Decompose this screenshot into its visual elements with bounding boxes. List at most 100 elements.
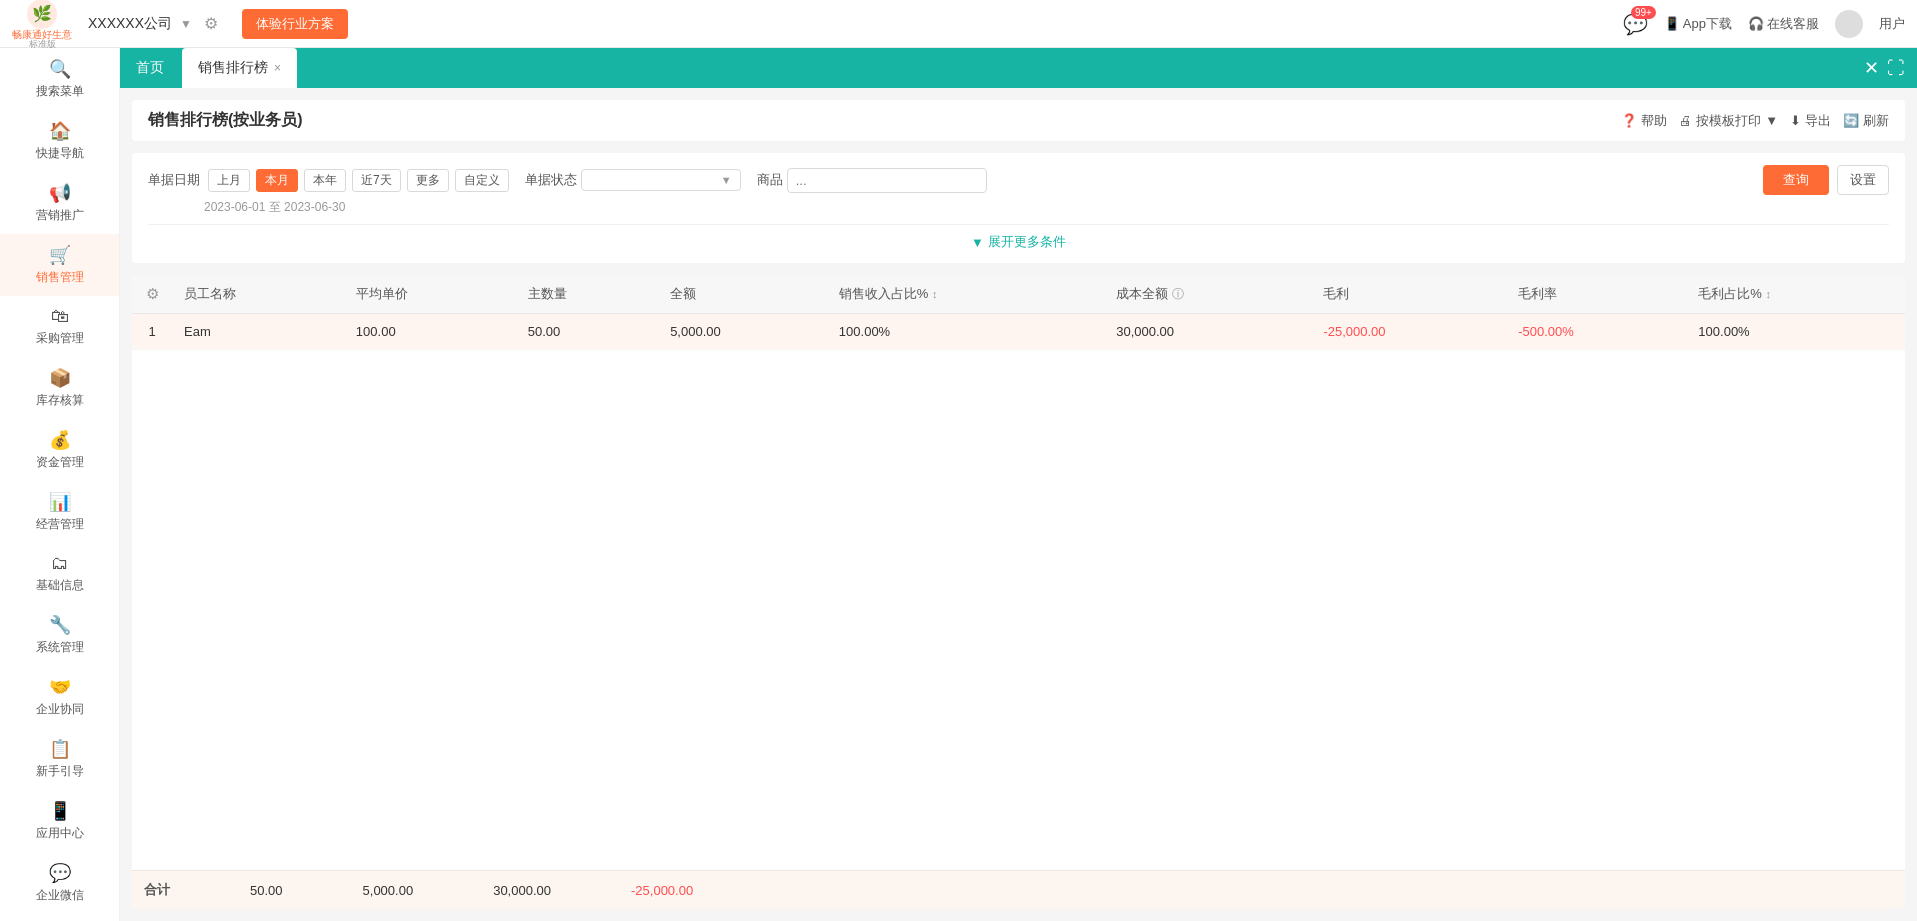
query-button[interactable]: 查询 — [1763, 165, 1829, 195]
footer-main-qty-value: 50.00 — [250, 883, 283, 898]
date-filter: 单据日期 上月 本月 本年 近7天 更多 自定义 — [148, 169, 509, 192]
td-amount: 5,000.00 — [658, 314, 827, 350]
th-settings: ⚙ — [132, 275, 172, 314]
footer-amount-value: 5,000.00 — [363, 883, 414, 898]
close-window-icon[interactable]: ✕ — [1864, 57, 1879, 79]
date-btn-current-year[interactable]: 本年 — [304, 169, 346, 192]
td-rank: 1 — [132, 314, 172, 350]
goods-input[interactable] — [787, 168, 987, 193]
date-btn-last-month[interactable]: 上月 — [208, 169, 250, 192]
profit-sort-icon[interactable]: ↕ — [1766, 288, 1772, 300]
th-profit: 毛利 — [1311, 275, 1506, 314]
date-btn-7-days[interactable]: 近7天 — [352, 169, 401, 192]
print-button[interactable]: 🖨 按模板打印 ▼ — [1679, 112, 1778, 130]
wechat-icon: 💬 — [49, 862, 71, 884]
page-content: 销售排行榜(按业务员) ❓ 帮助 🖨 按模板打印 ▼ ⬇ — [120, 88, 1917, 921]
online-service-button[interactable]: 🎧 在线客服 — [1748, 15, 1819, 33]
sidebar-item-sales[interactable]: 🛒 销售管理 — [0, 234, 119, 296]
headset-icon: 🎧 — [1748, 16, 1764, 31]
setting-button[interactable]: 设置 — [1837, 165, 1889, 195]
sidebar-item-system[interactable]: 🔧 系统管理 — [0, 604, 119, 666]
th-main-qty: 主数量 — [516, 275, 658, 314]
th-avg-price: 平均单价 — [344, 275, 516, 314]
logo-area: 🌿 畅康通好生意 标准版 — [12, 0, 72, 49]
table-container[interactable]: ⚙ 员工名称 平均单价 主数量 全额 销售收入占比% ↕ — [132, 275, 1905, 870]
export-button[interactable]: ⬇ 导出 — [1790, 112, 1831, 130]
sidebar-item-quick-nav[interactable]: 🏠 快捷导航 — [0, 110, 119, 172]
expand-btn-area: ▼ 展开更多条件 — [148, 233, 1889, 251]
basic-icon: 🗂 — [51, 553, 69, 574]
column-settings-icon[interactable]: ⚙ — [146, 285, 159, 302]
print-icon: 🖨 — [1679, 113, 1692, 128]
company-dropdown-icon[interactable]: ▼ — [180, 17, 192, 31]
tab-sales-ranking[interactable]: 销售排行榜 × — [182, 48, 297, 88]
company-name[interactable]: XXXXXX公司 — [88, 15, 172, 33]
try-industry-button[interactable]: 体验行业方案 — [242, 9, 348, 39]
footer-profit-value: -25,000.00 — [631, 883, 693, 898]
sidebar-item-marketing[interactable]: 📢 营销推广 — [0, 172, 119, 234]
table-row: 1 Eam 100.00 50.00 5,000.00 100.00% 30,0… — [132, 314, 1905, 350]
sidebar-item-label: 应用中心 — [36, 825, 84, 842]
apps-icon: 📱 — [49, 800, 71, 822]
sidebar-item-basic[interactable]: 🗂 基础信息 — [0, 543, 119, 604]
table-footer: 合计 50.00 5,000.00 30,000.00 -25,000.00 — [132, 870, 1905, 909]
table-area: ⚙ 员工名称 平均单价 主数量 全额 销售收入占比% ↕ — [132, 275, 1905, 909]
page-header: 销售排行榜(按业务员) ❓ 帮助 🖨 按模板打印 ▼ ⬇ — [132, 100, 1905, 141]
sidebar-item-finance[interactable]: 💰 资金管理 — [0, 419, 119, 481]
message-icon[interactable]: 💬 99+ — [1623, 12, 1648, 36]
sidebar-item-label: 快捷导航 — [36, 145, 84, 162]
date-btn-more[interactable]: 更多 — [407, 169, 449, 192]
date-shortcuts: 上月 本月 本年 近7天 更多 自定义 — [208, 169, 509, 192]
sidebar-item-guide[interactable]: 📋 新手引导 — [0, 728, 119, 790]
tab-home[interactable]: 首页 — [120, 48, 180, 88]
sales-icon: 🛒 — [49, 244, 71, 266]
home-icon: 🏠 — [49, 120, 71, 142]
td-main-qty: 50.00 — [516, 314, 658, 350]
expand-more-button[interactable]: ▼ 展开更多条件 — [148, 233, 1889, 251]
sidebar-item-search[interactable]: 🔍 搜索菜单 — [0, 48, 119, 110]
app-download-button[interactable]: 📱 App下载 — [1664, 15, 1732, 33]
sidebar-item-member[interactable]: 👑 畅会员 — [0, 914, 119, 921]
help-icon: ❓ — [1621, 113, 1637, 128]
table-body: 1 Eam 100.00 50.00 5,000.00 100.00% 30,0… — [132, 314, 1905, 350]
tab-close-icon[interactable]: × — [274, 61, 281, 75]
sidebar-item-label: 资金管理 — [36, 454, 84, 471]
sidebar-item-operations[interactable]: 📊 经营管理 — [0, 481, 119, 543]
th-employee-name: 员工名称 — [172, 275, 344, 314]
footer-main-qty: 50.00 — [250, 883, 283, 898]
goods-label: 商品 — [757, 171, 783, 189]
date-btn-current-month[interactable]: 本月 — [256, 169, 298, 192]
goods-filter: 商品 — [757, 168, 987, 193]
filter-right-actions: 查询 设置 — [1763, 165, 1889, 195]
settings-icon[interactable]: ⚙ — [204, 14, 218, 33]
user-name[interactable]: 用户 — [1879, 15, 1905, 33]
page-header-actions: ❓ 帮助 🖨 按模板打印 ▼ ⬇ 导出 🔄 — [1621, 112, 1889, 130]
export-icon: ⬇ — [1790, 113, 1801, 128]
sidebar-item-inventory[interactable]: 📦 库存核算 — [0, 357, 119, 419]
td-profit-rate: -500.00% — [1506, 314, 1686, 350]
sidebar-item-label: 搜索菜单 — [36, 83, 84, 100]
purchase-icon: 🛍 — [51, 306, 69, 327]
sidebar-item-wechat[interactable]: 💬 企业微信 — [0, 852, 119, 914]
status-label: 单据状态 — [525, 171, 577, 189]
sidebar: 🔍 搜索菜单 🏠 快捷导航 📢 营销推广 🛒 销售管理 🛍 采购管理 📦 — [0, 48, 120, 921]
status-filter: 单据状态 ▼ — [525, 169, 741, 191]
enterprise-icon: 🤝 — [49, 676, 71, 698]
help-button[interactable]: ❓ 帮助 — [1621, 112, 1667, 130]
sidebar-item-enterprise[interactable]: 🤝 企业协同 — [0, 666, 119, 728]
avatar[interactable] — [1835, 10, 1863, 38]
sidebar-item-apps[interactable]: 📱 应用中心 — [0, 790, 119, 852]
maximize-icon[interactable]: ⛶ — [1887, 58, 1905, 79]
cost-info-icon[interactable]: ⓘ — [1172, 287, 1184, 301]
sidebar-item-purchase[interactable]: 🛍 采购管理 — [0, 296, 119, 357]
status-select[interactable]: ▼ — [581, 169, 741, 191]
tab-right-controls: ✕ ⛶ — [1864, 57, 1917, 79]
sort-icon[interactable]: ↕ — [932, 288, 938, 300]
date-btn-custom[interactable]: 自定义 — [455, 169, 509, 192]
th-profit-pct: 毛利占比% ↕ — [1686, 275, 1905, 314]
system-icon: 🔧 — [49, 614, 71, 636]
print-dropdown-icon[interactable]: ▼ — [1765, 113, 1778, 128]
topbar-right: 💬 99+ 📱 App下载 🎧 在线客服 用户 — [1623, 10, 1905, 38]
refresh-button[interactable]: 🔄 刷新 — [1843, 112, 1889, 130]
filter-row-1: 单据日期 上月 本月 本年 近7天 更多 自定义 — [148, 165, 1889, 195]
